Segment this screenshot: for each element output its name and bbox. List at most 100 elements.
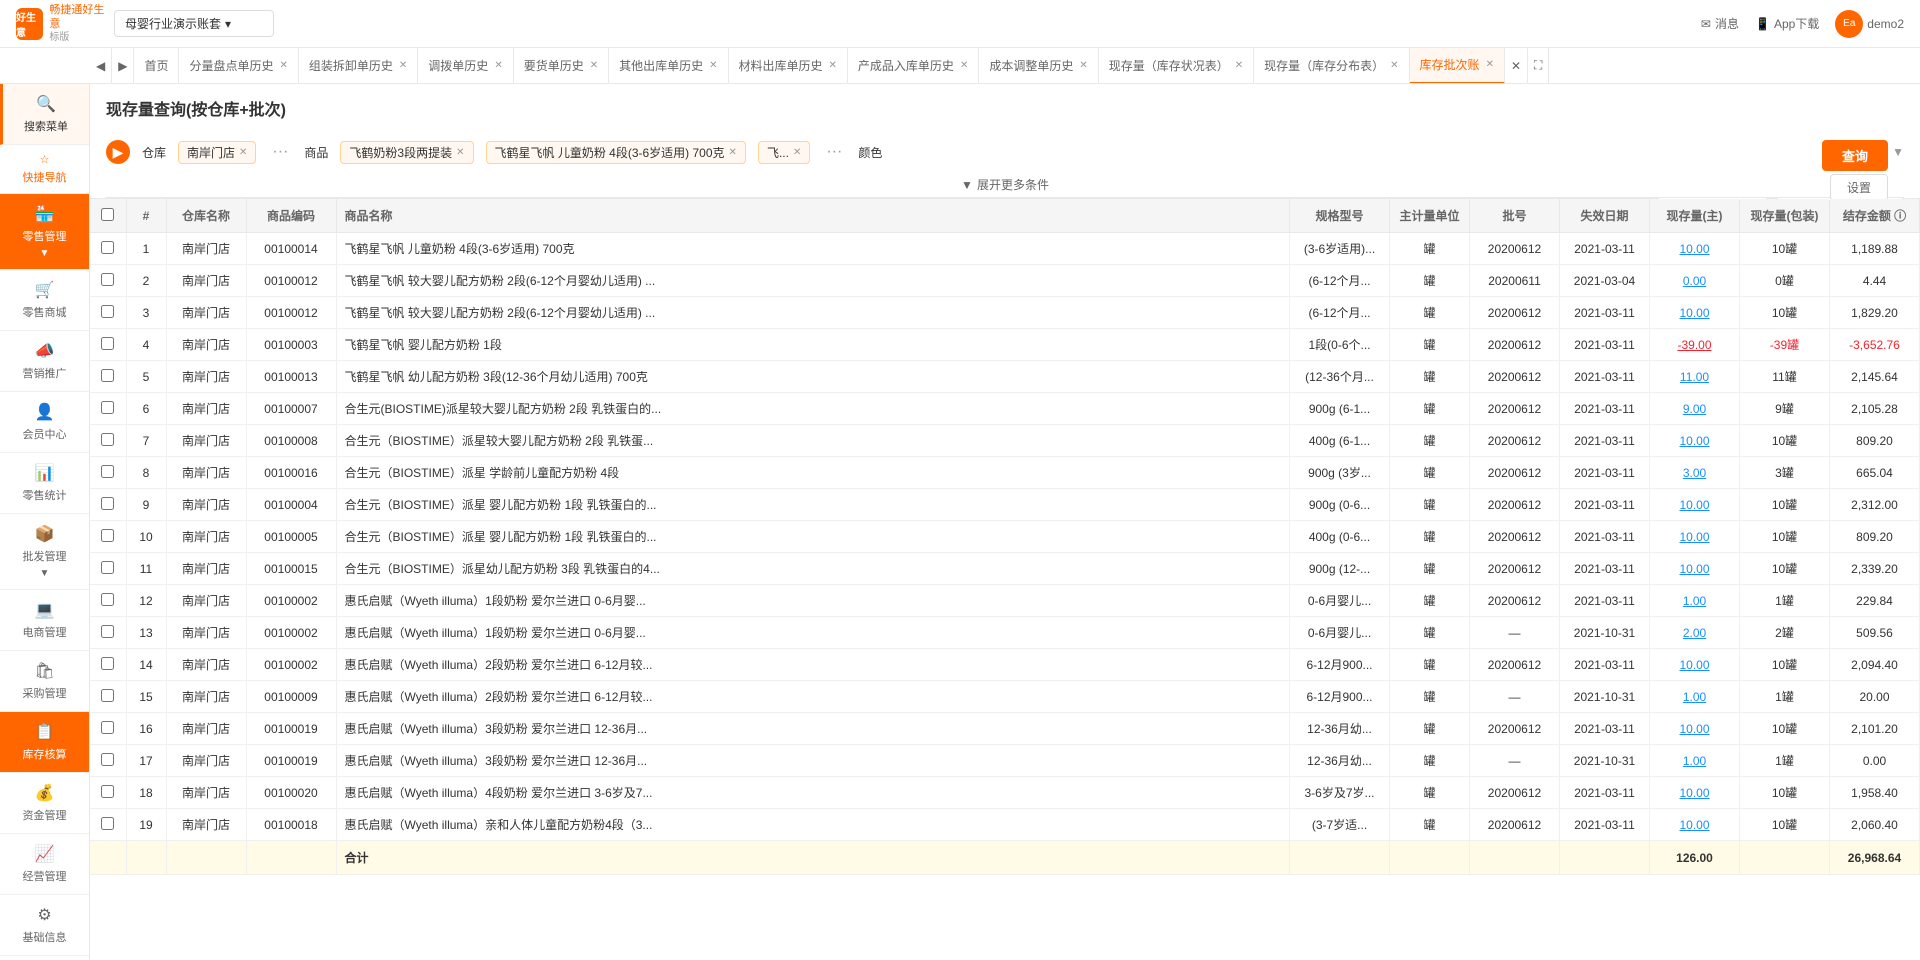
content-area: 现存量查询(按仓库+批次) 🖨 按模板打印 ▾ ⬇ 导出 ↺ 刷新 [90,84,1920,960]
sidebar-item-retail-mgmt[interactable]: 🏪 零售管理 ▼ [0,194,89,270]
table-cell: 1.00 [1650,745,1740,777]
tab-nav-next[interactable]: ▶ [112,48,134,84]
tab-close-icon[interactable]: ✕ [494,60,502,71]
row-checkbox[interactable] [101,753,114,766]
app-download-action[interactable]: 📱 App下载 [1755,15,1819,32]
tab-diao-bo[interactable]: 调拨单历史 ✕ [418,48,513,84]
tab-chan-pin-in[interactable]: 产成品入库单历史 ✕ [848,48,979,84]
row-checkbox[interactable] [101,401,114,414]
avatar: Ea [1835,10,1863,38]
sidebar-item-purchase[interactable]: 🛍 采购管理 [0,651,89,712]
tab-close-icon[interactable]: ✕ [1486,59,1494,70]
tab-ku-pi[interactable]: 库存批次账 ✕ [1410,48,1505,84]
row-checkbox[interactable] [101,561,114,574]
color-dropdown-icon[interactable]: ▼ [1892,145,1904,159]
expand-arrow-button[interactable]: ▶ [106,140,130,164]
row-checkbox[interactable] [101,785,114,798]
row-checkbox[interactable] [101,721,114,734]
row-checkbox[interactable] [101,241,114,254]
sidebar-item-ecommerce[interactable]: 💻 电商管理 [0,590,89,651]
table-cell: 20200612 [1470,521,1560,553]
table-row: 19南岸门店00100018惠氏启赋（Wyeth illuma）亲和人体儿童配方… [90,809,1920,841]
tag-close-icon[interactable]: ✕ [456,147,464,158]
tab-fen-pan[interactable]: 分量盘点单历史 ✕ [179,48,298,84]
user-action[interactable]: Ea demo2 [1835,10,1904,38]
goods-more-icon[interactable]: ··· [822,143,846,161]
row-checkbox[interactable] [101,497,114,510]
row-checkbox[interactable] [101,465,114,478]
table-cell: 900g (6-1... [1290,393,1390,425]
settings-button[interactable]: 设置 [1830,174,1888,201]
tag-close-icon[interactable]: ✕ [793,147,801,158]
row-checkbox[interactable] [101,433,114,446]
sidebar-item-operations[interactable]: 📈 经营管理 [0,834,89,895]
table-cell: 惠氏启赋（Wyeth illuma）亲和人体儿童配方奶粉4段（3... [336,809,1290,841]
tab-home[interactable]: 首页 [134,48,179,84]
tab-close-icon[interactable]: ✕ [709,60,717,71]
tab-close-icon[interactable]: ✕ [829,60,837,71]
sidebar-item-retail-shop[interactable]: 🛒 零售商城 [0,270,89,331]
row-checkbox[interactable] [101,305,114,318]
table-cell: 合生元（BIOSTIME）派星 婴儿配方奶粉 1段 乳铁蛋白的... [336,489,1290,521]
sidebar-item-retail-stats[interactable]: 📊 零售统计 [0,453,89,514]
row-checkbox[interactable] [101,657,114,670]
table-cell [90,649,126,681]
sidebar-nav-shortcut[interactable]: ☆ 快捷导航 [0,145,89,194]
table-cell: 665.04 [1830,457,1920,489]
sidebar-item-basic[interactable]: ⚙ 基础信息 [0,895,89,956]
sidebar-item-inventory[interactable]: 📋 库存核算 [0,712,89,773]
table-cell: 2罐 [1740,617,1830,649]
tab-cai-liao-out[interactable]: 材料出库单历史 ✕ [729,48,848,84]
tab-close-icon[interactable]: ✕ [1235,60,1243,71]
sidebar-item-marketing[interactable]: 📣 营销推广 [0,331,89,392]
message-action[interactable]: ✉ 消息 [1701,15,1739,32]
tab-cheng-ben[interactable]: 成本调整单历史 ✕ [979,48,1098,84]
row-checkbox[interactable] [101,625,114,638]
tab-fullscreen[interactable]: ⛶ [1528,48,1549,84]
tab-yao-huo[interactable]: 要货单历史 ✕ [514,48,609,84]
warehouse-more-icon[interactable]: ··· [268,143,292,161]
tab-xian-cun-kuzhuang[interactable]: 现存量（库存状况表） ✕ [1099,48,1254,84]
tab-close-icon[interactable]: ✕ [960,60,968,71]
row-checkbox[interactable] [101,273,114,286]
sidebar-item-system[interactable]: 🖥 系统管理 [0,956,89,960]
tab-close-icon[interactable]: ✕ [1390,60,1398,71]
table-cell: 20200612 [1470,489,1560,521]
row-checkbox[interactable] [101,593,114,606]
table-cell: (3-6岁适用)... [1290,233,1390,265]
tab-close-icon[interactable]: ✕ [280,60,288,71]
table-cell: 20200612 [1470,393,1560,425]
top-bar-right: ✉ 消息 📱 App下载 Ea demo2 [1701,10,1904,38]
sidebar-item-wholesale[interactable]: 📦 批发管理 ▼ [0,514,89,590]
tab-close-icon[interactable]: ✕ [399,60,407,71]
select-all-checkbox[interactable] [101,208,114,221]
row-checkbox[interactable] [101,337,114,350]
tag-close-icon[interactable]: ✕ [239,147,247,158]
table-container: # 仓库名称 商品编码 商品名称 规格型号 主计量单位 批号 失效日期 现存量(… [90,199,1920,960]
row-checkbox[interactable] [101,529,114,542]
tab-qi-ta-out[interactable]: 其他出库单历史 ✕ [609,48,728,84]
table-cell: 10罐 [1740,713,1830,745]
sidebar-item-search[interactable]: 🔍 搜索菜单 [0,84,89,145]
table-cell: 3罐 [1740,457,1830,489]
table-cell [90,681,126,713]
row-checkbox[interactable] [101,817,114,830]
query-button[interactable]: 查询 [1822,140,1888,171]
row-checkbox[interactable] [101,369,114,382]
tab-close-icon[interactable]: ✕ [590,60,598,71]
tab-more[interactable]: ✕ [1505,48,1528,84]
expand-more-conditions[interactable]: ▼ 展开更多条件 [106,172,1904,197]
table-cell: 南岸门店 [166,553,246,585]
tab-xian-cun-fenbu[interactable]: 现存量（库存分布表） ✕ [1254,48,1409,84]
tab-close-icon[interactable]: ✕ [1079,60,1087,71]
industry-selector[interactable]: 母婴行业演示账套 ▾ [114,10,274,37]
tab-nav-prev[interactable]: ◀ [90,48,112,84]
tab-zu-chai[interactable]: 组装拆卸单历史 ✕ [299,48,418,84]
table-cell: 10.00 [1650,649,1740,681]
sidebar-item-member[interactable]: 👤 会员中心 [0,392,89,453]
table-cell: 00100003 [246,329,336,361]
tag-close-icon[interactable]: ✕ [729,147,737,158]
row-checkbox[interactable] [101,689,114,702]
sidebar-item-finance[interactable]: 💰 资金管理 [0,773,89,834]
table-cell: 20200612 [1470,585,1560,617]
